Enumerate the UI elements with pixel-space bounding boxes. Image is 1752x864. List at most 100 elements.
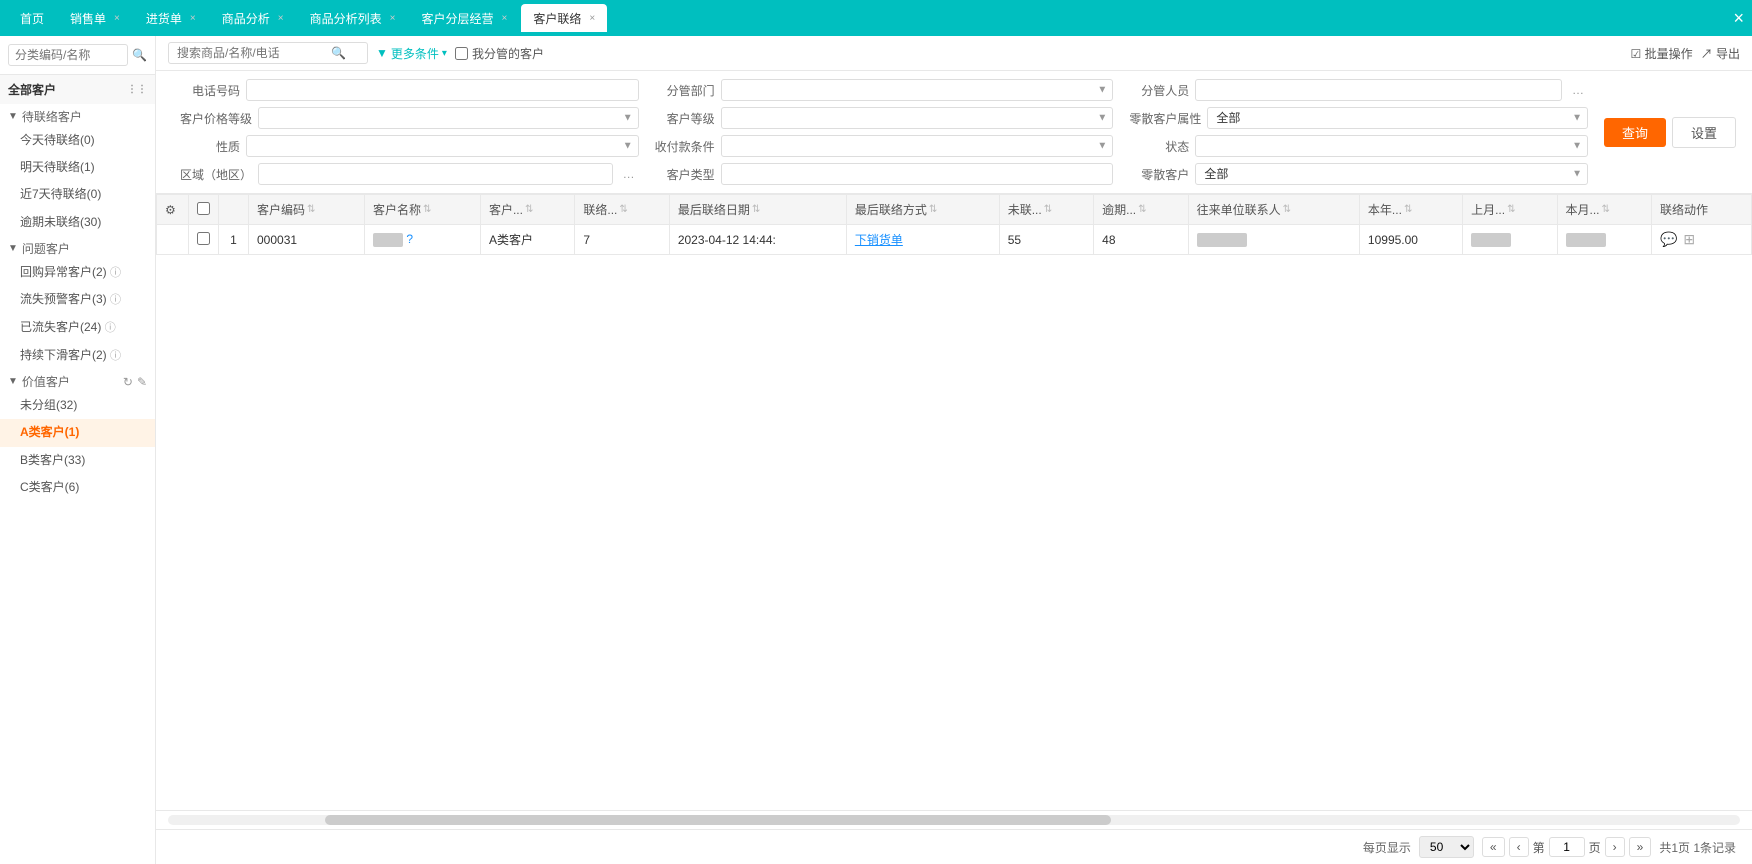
filter-customer-level-select[interactable]	[721, 107, 1114, 129]
setting-button[interactable]: 设置	[1672, 117, 1736, 148]
row-name[interactable]: ?	[406, 232, 413, 246]
filter-phone-input[interactable]	[246, 79, 639, 101]
unlinked-sort-icon[interactable]: ⇅	[1044, 204, 1052, 215]
filter-nature-select[interactable]	[246, 135, 639, 157]
td-lastmethod: 下销货单	[846, 225, 999, 255]
qrcode-action-icon[interactable]: ⊞	[1683, 231, 1695, 248]
filter-status-select[interactable]	[1195, 135, 1588, 157]
gear-icon[interactable]: ⚙	[165, 203, 176, 217]
sidebar-all-customers[interactable]: 全部客户 ⋮⋮	[0, 75, 155, 104]
query-button[interactable]: 查询	[1604, 118, 1666, 147]
th-code: 客户编码 ⇅	[249, 195, 365, 225]
first-page-button[interactable]: «	[1482, 837, 1505, 857]
overdue-sort-icon[interactable]: ⇅	[1138, 204, 1146, 215]
sidebar-item-repurchase-abnormal[interactable]: 回购异常客户(2) ⓘ	[0, 259, 155, 287]
nav-tab-purchase-close[interactable]: ×	[190, 13, 196, 24]
row-contact: 7	[583, 233, 590, 247]
nav-tab-analysis-close[interactable]: ×	[278, 13, 284, 24]
pagination: 每页显示 50 10 20 100 « ‹ 第 页 › » 共1页 1条记录	[156, 829, 1752, 864]
category-sort-icon[interactable]: ⇅	[525, 204, 533, 215]
value-edit-icon[interactable]: ✎	[137, 375, 147, 389]
horizontal-scrollbar[interactable]	[168, 815, 1740, 825]
chat-action-icon[interactable]: 💬	[1660, 231, 1677, 248]
nav-tab-customer-contact[interactable]: 客户联络 ×	[521, 4, 607, 32]
my-customers-check[interactable]	[455, 47, 468, 60]
sidebar-item-ungrouped[interactable]: 未分组(32)	[0, 392, 155, 419]
nav-tab-home[interactable]: 首页	[8, 4, 56, 32]
sidebar-item-overdue[interactable]: 逾期未联络(30)	[0, 209, 155, 236]
data-table: ⚙ 客户编码 ⇅	[156, 194, 1752, 255]
filter-retail-wrap: 全部 ▼	[1195, 163, 1588, 185]
nav-tab-analysis[interactable]: 商品分析 ×	[210, 4, 296, 32]
name-sort-icon[interactable]: ⇅	[423, 204, 431, 215]
sidebar-item-declining[interactable]: 持续下滑客户(2) ⓘ	[0, 342, 155, 370]
sidebar-item-class-b[interactable]: B类客户(33)	[0, 447, 155, 474]
row-category: A类客户	[489, 233, 533, 247]
sidebar-item-tomorrow[interactable]: 明天待联络(1)	[0, 154, 155, 181]
sidebar-item-class-a[interactable]: A类客户(1)	[0, 419, 155, 446]
filter-search-input[interactable]	[177, 46, 327, 60]
sidebar-item-7days[interactable]: 近7天待联络(0)	[0, 181, 155, 208]
sidebar-item-class-c[interactable]: C类客户(6)	[0, 474, 155, 501]
more-filter-button[interactable]: ▼ 更多条件 ▾	[376, 45, 447, 62]
close-all-button[interactable]: ×	[1733, 8, 1744, 29]
nav-tab-sales-close[interactable]: ×	[114, 13, 120, 24]
prev-page-button[interactable]: ‹	[1509, 837, 1529, 857]
lastmonth-sort-icon[interactable]: ⇅	[1507, 204, 1515, 215]
row-checkbox[interactable]	[197, 232, 210, 245]
sidebar-item-churned[interactable]: 已流失客户(24) ⓘ	[0, 314, 155, 342]
thisyear-sort-icon[interactable]: ⇅	[1404, 204, 1412, 215]
contact-sort-icon[interactable]: ⇅	[619, 204, 627, 215]
sidebar-search-input[interactable]	[8, 44, 128, 66]
filter-price-level-select[interactable]	[258, 107, 639, 129]
last-page-button[interactable]: »	[1629, 837, 1652, 857]
nav-tab-sales[interactable]: 销售单 ×	[58, 4, 132, 32]
region-dots-icon[interactable]: …	[619, 167, 639, 181]
filter-retail: 零散客户 全部 ▼	[1121, 163, 1596, 185]
sidebar-item-churn-warning[interactable]: 流失预警客户(3) ⓘ	[0, 286, 155, 314]
export-button[interactable]: ↗ 导出	[1701, 45, 1740, 62]
sidebar-group-value[interactable]: ▼ 价值客户 ↻ ✎	[0, 369, 155, 392]
th-code-label: 客户编码	[257, 201, 305, 218]
nav-tab-purchase[interactable]: 进货单 ×	[134, 4, 208, 32]
thismonth-sort-icon[interactable]: ⇅	[1602, 204, 1610, 215]
lastmethod-sort-icon[interactable]: ⇅	[929, 204, 937, 215]
filter-phone-label: 电话号码	[180, 82, 240, 99]
sidebar-search-icon[interactable]: 🔍	[132, 48, 147, 62]
unitcontact-sort-icon[interactable]: ⇅	[1283, 204, 1291, 215]
filter-payment-select[interactable]	[721, 135, 1114, 157]
th-lastmonth: 上月... ⇅	[1463, 195, 1557, 225]
lastdate-sort-icon[interactable]: ⇅	[752, 204, 760, 215]
nav-tab-analysis-list-close[interactable]: ×	[390, 13, 396, 24]
code-sort-icon[interactable]: ⇅	[307, 204, 315, 215]
filter-retail-attr-select[interactable]: 全部	[1207, 107, 1588, 129]
filter-region: 区域（地区） …	[172, 163, 647, 185]
sidebar-group-problem[interactable]: ▼ 问题客户	[0, 236, 155, 259]
row-lastmethod[interactable]: 下销货单	[855, 233, 903, 247]
page-number-input[interactable]	[1549, 837, 1585, 857]
nav-tab-customer-contact-close[interactable]: ×	[589, 13, 595, 24]
export-icon: ↗	[1701, 47, 1713, 61]
nav-tab-customer-mgmt[interactable]: 客户分层经营 ×	[409, 4, 519, 32]
sidebar-group-pending[interactable]: ▼ 待联络客户	[0, 104, 155, 127]
th-checkbox	[189, 195, 219, 225]
filter-customer-type-input[interactable]	[721, 163, 1114, 185]
filter-retail-select[interactable]: 全部	[1195, 163, 1588, 185]
filter-payment: 收付款条件 ▼	[647, 135, 1122, 157]
nav-tab-analysis-list[interactable]: 商品分析列表 ×	[298, 4, 408, 32]
filter-region-input[interactable]	[258, 163, 613, 185]
sidebar-item-today[interactable]: 今天待联络(0)	[0, 127, 155, 154]
scrollbar-thumb[interactable]	[325, 815, 1111, 825]
manager-dots-icon[interactable]: …	[1568, 83, 1588, 97]
next-page-button[interactable]: ›	[1605, 837, 1625, 857]
filter-dept-select[interactable]	[721, 79, 1114, 101]
batch-op-button[interactable]: ☑ 批量操作	[1631, 45, 1693, 62]
nav-tab-customer-mgmt-close[interactable]: ×	[501, 13, 507, 24]
filter-search-icon[interactable]: 🔍	[331, 46, 346, 60]
filter-manager-input[interactable]	[1195, 79, 1562, 101]
page-size-select[interactable]: 50 10 20 100	[1419, 836, 1474, 858]
value-refresh-icon[interactable]: ↻	[123, 375, 133, 389]
th-contact: 联络... ⇅	[575, 195, 669, 225]
filter-nature-label: 性质	[180, 138, 240, 155]
select-all-checkbox[interactable]	[197, 202, 210, 215]
